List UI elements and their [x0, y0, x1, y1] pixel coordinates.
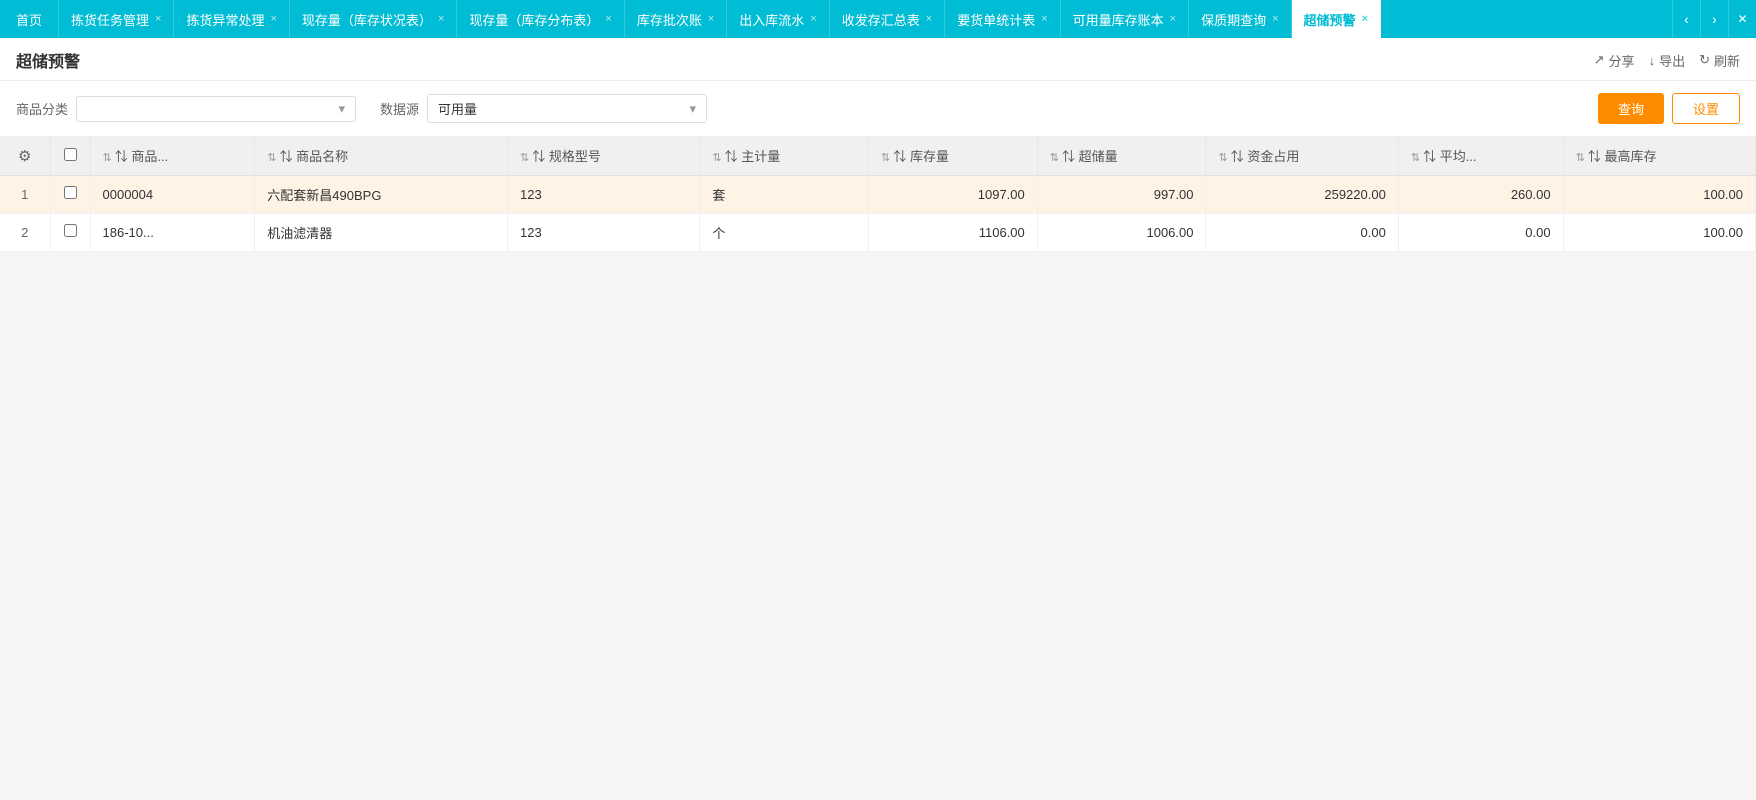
col-header-gear[interactable]: ⚙: [0, 137, 50, 175]
cell-name: 机油滤清器: [255, 213, 508, 251]
tab-close-tab7[interactable]: ×: [926, 13, 932, 25]
table-row: 1 0000004六配套新昌490BPG123套1097.00997.002592…: [0, 175, 1756, 213]
nav-tab-tab8[interactable]: 要货单统计表×: [945, 0, 1060, 38]
table-body: 1 0000004六配套新昌490BPG123套1097.00997.002592…: [0, 175, 1756, 251]
cell-avg: 0.00: [1398, 213, 1563, 251]
nav-tab-tab4[interactable]: 现存量（库存分布表）×: [457, 0, 624, 38]
cell-spec: 123: [508, 175, 700, 213]
cell-unit: 个: [700, 213, 869, 251]
tab-close-tab5[interactable]: ×: [708, 13, 714, 25]
share-icon: ↗: [1594, 52, 1605, 68]
settings-button[interactable]: 设置: [1672, 93, 1740, 124]
refresh-icon: ↻: [1699, 52, 1710, 68]
cell-over: 1006.00: [1037, 213, 1206, 251]
row-checkbox[interactable]: [64, 186, 77, 199]
nav-arrow-left[interactable]: ‹: [1672, 0, 1700, 38]
tab-close-tab8[interactable]: ×: [1041, 13, 1047, 25]
cell-avg: 260.00: [1398, 175, 1563, 213]
table-container: ⚙ ⇅ 商品... ⇅ 商品名称 ⇅ 规格型号 ⇅ 主计量 ⇅ 库存量 ⇅ 超储…: [0, 137, 1756, 252]
col-header-code[interactable]: ⇅ 商品...: [90, 137, 255, 175]
datasource-select[interactable]: 可用量 ▾: [427, 94, 707, 123]
cell-capital: 259220.00: [1206, 175, 1398, 213]
cell-index: 2: [0, 213, 50, 251]
tab-close-tab4[interactable]: ×: [605, 13, 611, 25]
tab-close-tab11[interactable]: ×: [1362, 13, 1368, 25]
tab-close-tab9[interactable]: ×: [1170, 13, 1176, 25]
datasource-select-value: 可用量: [438, 99, 477, 118]
nav-home[interactable]: 首页: [0, 0, 59, 38]
cell-stock: 1097.00: [869, 175, 1038, 213]
cell-index: 1: [0, 175, 50, 213]
datasource-filter-group: 数据源 可用量 ▾: [380, 94, 707, 123]
top-navigation: 首页 拣货任务管理×拣货异常处理×现存量（库存状况表）×现存量（库存分布表）×库…: [0, 0, 1756, 38]
col-header-over[interactable]: ⇅ 超储量: [1037, 137, 1206, 175]
datasource-dropdown-icon: ▾: [690, 101, 697, 117]
row-checkbox[interactable]: [64, 224, 77, 237]
col-header-unit[interactable]: ⇅ 主计量: [700, 137, 869, 175]
cell-code: 0000004: [90, 175, 255, 213]
category-filter-group: 商品分类 ▾: [16, 96, 356, 122]
nav-arrow-close[interactable]: ✕: [1728, 0, 1756, 38]
gear-icon[interactable]: ⚙: [18, 148, 31, 165]
tab-close-tab10[interactable]: ×: [1272, 13, 1278, 25]
category-dropdown-icon: ▾: [338, 101, 345, 117]
nav-tab-tab5[interactable]: 库存批次账×: [625, 0, 727, 38]
nav-arrow-right[interactable]: ›: [1700, 0, 1728, 38]
table-header-row: ⚙ ⇅ 商品... ⇅ 商品名称 ⇅ 规格型号 ⇅ 主计量 ⇅ 库存量 ⇅ 超储…: [0, 137, 1756, 175]
table-row: 2186-10...机油滤清器123个1106.001006.000.000.0…: [0, 213, 1756, 251]
nav-tab-tab1[interactable]: 拣货任务管理×: [59, 0, 174, 38]
cell-code: 186-10...: [90, 213, 255, 251]
header-actions: ↗ 分享 ↓ 导出 ↻ 刷新: [1594, 51, 1740, 70]
page-title: 超储预警: [16, 48, 80, 72]
cell-checkbox[interactable]: [50, 213, 90, 251]
nav-tab-tab9[interactable]: 可用量库存账本×: [1061, 0, 1189, 38]
cell-maxstock: 100.00: [1563, 175, 1755, 213]
col-header-checkbox[interactable]: [50, 137, 90, 175]
datasource-label: 数据源: [380, 99, 419, 118]
cell-capital: 0.00: [1206, 213, 1398, 251]
tab-close-tab3[interactable]: ×: [438, 13, 444, 25]
cell-name: 六配套新昌490BPG: [255, 175, 508, 213]
nav-tab-tab6[interactable]: 出入库流水×: [727, 0, 829, 38]
cell-maxstock: 100.00: [1563, 213, 1755, 251]
tab-close-tab6[interactable]: ×: [810, 13, 816, 25]
category-label: 商品分类: [16, 99, 68, 118]
cell-over: 997.00: [1037, 175, 1206, 213]
cell-unit: 套: [700, 175, 869, 213]
col-header-stock[interactable]: ⇅ 库存量: [869, 137, 1038, 175]
col-header-spec[interactable]: ⇅ 规格型号: [508, 137, 700, 175]
page-header: 超储预警 ↗ 分享 ↓ 导出 ↻ 刷新: [0, 38, 1756, 81]
filter-bar: 商品分类 ▾ 数据源 可用量 ▾ 查询 设置: [0, 81, 1756, 137]
query-button[interactable]: 查询: [1598, 93, 1664, 124]
refresh-button[interactable]: ↻ 刷新: [1699, 51, 1740, 70]
nav-tab-tab7[interactable]: 收发存汇总表×: [830, 0, 945, 38]
category-select[interactable]: ▾: [76, 96, 356, 122]
cell-stock: 1106.00: [869, 213, 1038, 251]
col-header-name[interactable]: ⇅ 商品名称: [255, 137, 508, 175]
export-icon: ↓: [1649, 53, 1656, 68]
export-button[interactable]: ↓ 导出: [1649, 51, 1686, 70]
tab-close-tab2[interactable]: ×: [270, 13, 276, 25]
nav-tab-tab10[interactable]: 保质期查询×: [1189, 0, 1291, 38]
cell-checkbox[interactable]: [50, 175, 90, 213]
data-table: ⚙ ⇅ 商品... ⇅ 商品名称 ⇅ 规格型号 ⇅ 主计量 ⇅ 库存量 ⇅ 超储…: [0, 137, 1756, 252]
share-button[interactable]: ↗ 分享: [1594, 51, 1635, 70]
col-header-maxstock[interactable]: ⇅ 最高库存: [1563, 137, 1755, 175]
col-header-avg[interactable]: ⇅ 平均...: [1398, 137, 1563, 175]
nav-tab-tab3[interactable]: 现存量（库存状况表）×: [290, 0, 457, 38]
nav-tab-tab2[interactable]: 拣货异常处理×: [174, 0, 289, 38]
nav-tab-tab11[interactable]: 超储预警×: [1292, 0, 1381, 38]
tab-close-tab1[interactable]: ×: [155, 13, 161, 25]
select-all-checkbox[interactable]: [64, 148, 77, 161]
col-header-capital[interactable]: ⇅ 资金占用: [1206, 137, 1398, 175]
cell-spec: 123: [508, 213, 700, 251]
